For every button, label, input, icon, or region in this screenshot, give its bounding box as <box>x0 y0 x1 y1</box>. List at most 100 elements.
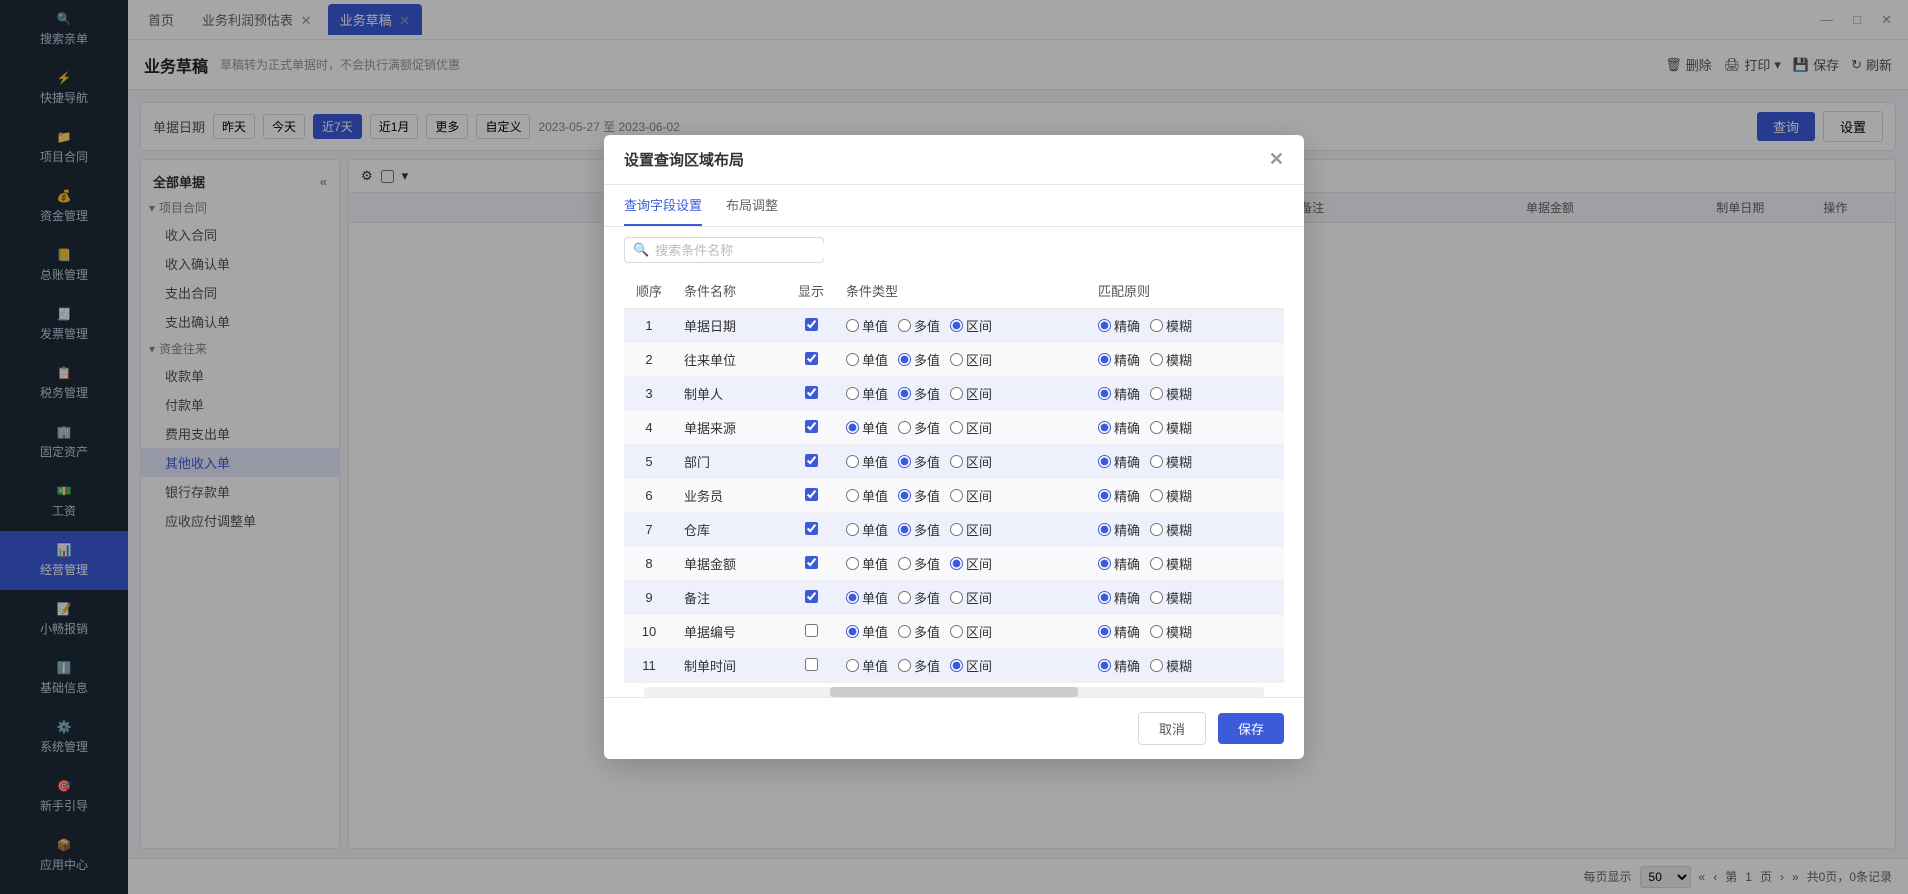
radio-cond-单值[interactable]: 单值 <box>846 554 888 573</box>
radio-match-模糊[interactable]: 模糊 <box>1150 656 1192 675</box>
radio-match-模糊[interactable]: 模糊 <box>1150 316 1192 335</box>
radio-match-精确[interactable]: 精确 <box>1098 418 1140 437</box>
radio-match-模糊[interactable]: 模糊 <box>1150 418 1192 437</box>
table-row: 9 备注 单值 多值 区间 精确 模糊 <box>624 581 1284 615</box>
display-checkbox[interactable] <box>805 318 818 331</box>
radio-cond-多值[interactable]: 多值 <box>898 588 940 607</box>
radio-match-精确[interactable]: 精确 <box>1098 486 1140 505</box>
tab-query-fields[interactable]: 查询字段设置 <box>624 185 702 226</box>
cell-match-type: 精确 模糊 <box>1088 649 1284 683</box>
cell-match-type: 精确 模糊 <box>1088 445 1284 479</box>
display-checkbox[interactable] <box>805 420 818 433</box>
cell-order: 8 <box>624 547 674 581</box>
display-checkbox[interactable] <box>805 352 818 365</box>
cell-display[interactable] <box>786 513 836 547</box>
display-checkbox[interactable] <box>805 556 818 569</box>
display-checkbox[interactable] <box>805 454 818 467</box>
cell-name: 制单人 <box>674 377 786 411</box>
radio-cond-区间[interactable]: 区间 <box>950 554 992 573</box>
radio-cond-单值[interactable]: 单值 <box>846 384 888 403</box>
radio-cond-单值[interactable]: 单值 <box>846 350 888 369</box>
radio-cond-区间[interactable]: 区间 <box>950 656 992 675</box>
cell-display[interactable] <box>786 649 836 683</box>
radio-cond-区间[interactable]: 区间 <box>950 316 992 335</box>
cell-display[interactable] <box>786 411 836 445</box>
radio-cond-多值[interactable]: 多值 <box>898 554 940 573</box>
modal-save-button[interactable]: 保存 <box>1218 713 1284 744</box>
display-checkbox[interactable] <box>805 624 818 637</box>
cell-display[interactable] <box>786 615 836 649</box>
cell-cond-type: 单值 多值 区间 <box>836 649 1088 683</box>
cell-name: 单据日期 <box>674 309 786 343</box>
radio-match-模糊[interactable]: 模糊 <box>1150 486 1192 505</box>
cell-match-type: 精确 模糊 <box>1088 343 1284 377</box>
radio-cond-单值[interactable]: 单值 <box>846 622 888 641</box>
radio-cond-区间[interactable]: 区间 <box>950 452 992 471</box>
radio-match-模糊[interactable]: 模糊 <box>1150 622 1192 641</box>
cell-display[interactable] <box>786 479 836 513</box>
radio-match-模糊[interactable]: 模糊 <box>1150 588 1192 607</box>
radio-cond-单值[interactable]: 单值 <box>846 656 888 675</box>
tab-layout[interactable]: 布局调整 <box>726 185 778 226</box>
radio-cond-区间[interactable]: 区间 <box>950 418 992 437</box>
cell-display[interactable] <box>786 445 836 479</box>
radio-match-模糊[interactable]: 模糊 <box>1150 520 1192 539</box>
conditions-table: 顺序 条件名称 显示 条件类型 匹配原则 1 单据日期 单值 多值 区间 <box>624 273 1284 683</box>
cell-display[interactable] <box>786 343 836 377</box>
radio-cond-单值[interactable]: 单值 <box>846 486 888 505</box>
display-checkbox[interactable] <box>805 522 818 535</box>
radio-cond-多值[interactable]: 多值 <box>898 384 940 403</box>
radio-cond-多值[interactable]: 多值 <box>898 350 940 369</box>
radio-match-精确[interactable]: 精确 <box>1098 384 1140 403</box>
radio-cond-多值[interactable]: 多值 <box>898 316 940 335</box>
radio-cond-区间[interactable]: 区间 <box>950 588 992 607</box>
radio-match-精确[interactable]: 精确 <box>1098 656 1140 675</box>
radio-cond-区间[interactable]: 区间 <box>950 622 992 641</box>
radio-cond-多值[interactable]: 多值 <box>898 622 940 641</box>
radio-match-模糊[interactable]: 模糊 <box>1150 350 1192 369</box>
radio-cond-单值[interactable]: 单值 <box>846 452 888 471</box>
radio-match-精确[interactable]: 精确 <box>1098 452 1140 471</box>
modal-close-button[interactable]: ✕ <box>1269 149 1284 170</box>
modal-footer: 取消 保存 <box>604 697 1304 759</box>
radio-match-精确[interactable]: 精确 <box>1098 316 1140 335</box>
radio-match-精确[interactable]: 精确 <box>1098 554 1140 573</box>
display-checkbox[interactable] <box>805 488 818 501</box>
radio-match-精确[interactable]: 精确 <box>1098 622 1140 641</box>
cell-match-type: 精确 模糊 <box>1088 513 1284 547</box>
cell-display[interactable] <box>786 377 836 411</box>
radio-cond-多值[interactable]: 多值 <box>898 486 940 505</box>
display-checkbox[interactable] <box>805 386 818 399</box>
radio-match-模糊[interactable]: 模糊 <box>1150 384 1192 403</box>
radio-match-精确[interactable]: 精确 <box>1098 350 1140 369</box>
cell-name: 制单时间 <box>674 649 786 683</box>
radio-match-模糊[interactable]: 模糊 <box>1150 554 1192 573</box>
display-checkbox[interactable] <box>805 590 818 603</box>
radio-match-模糊[interactable]: 模糊 <box>1150 452 1192 471</box>
radio-cond-单值[interactable]: 单值 <box>846 418 888 437</box>
radio-cond-单值[interactable]: 单值 <box>846 588 888 607</box>
display-checkbox[interactable] <box>805 658 818 671</box>
radio-match-精确[interactable]: 精确 <box>1098 520 1140 539</box>
radio-cond-区间[interactable]: 区间 <box>950 520 992 539</box>
cell-display[interactable] <box>786 309 836 343</box>
radio-cond-单值[interactable]: 单值 <box>846 316 888 335</box>
radio-cond-单值[interactable]: 单值 <box>846 520 888 539</box>
table-row: 5 部门 单值 多值 区间 精确 模糊 <box>624 445 1284 479</box>
cell-display[interactable] <box>786 581 836 615</box>
cell-display[interactable] <box>786 547 836 581</box>
radio-cond-多值[interactable]: 多值 <box>898 452 940 471</box>
cell-match-type: 精确 模糊 <box>1088 309 1284 343</box>
modal-tabs: 查询字段设置 布局调整 <box>604 185 1304 227</box>
radio-cond-区间[interactable]: 区间 <box>950 384 992 403</box>
radio-cond-区间[interactable]: 区间 <box>950 350 992 369</box>
cell-cond-type: 单值 多值 区间 <box>836 513 1088 547</box>
horizontal-scrollbar[interactable] <box>644 687 1264 697</box>
radio-cond-多值[interactable]: 多值 <box>898 418 940 437</box>
radio-cond-多值[interactable]: 多值 <box>898 520 940 539</box>
radio-cond-多值[interactable]: 多值 <box>898 656 940 675</box>
cancel-button[interactable]: 取消 <box>1138 712 1206 745</box>
radio-match-精确[interactable]: 精确 <box>1098 588 1140 607</box>
radio-cond-区间[interactable]: 区间 <box>950 486 992 505</box>
search-input[interactable] <box>655 243 831 258</box>
